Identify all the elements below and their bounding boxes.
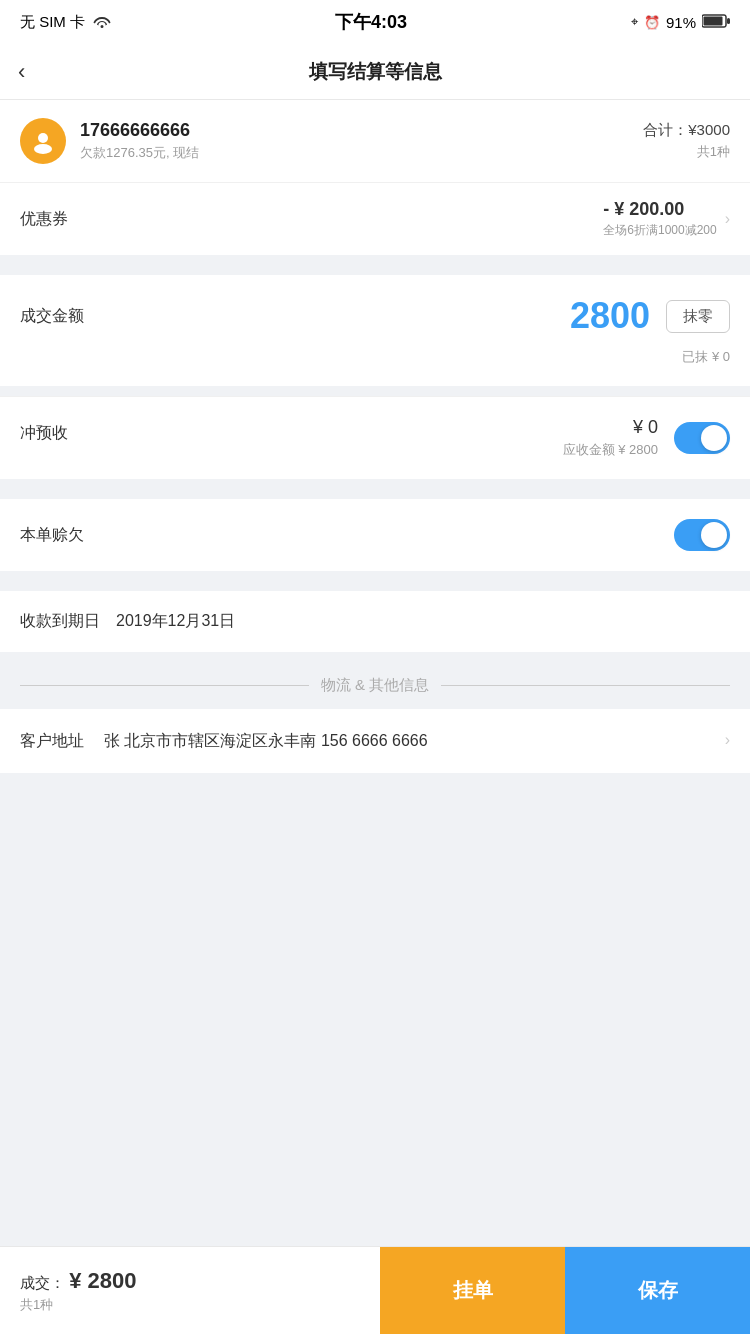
chevron-right-icon: ›	[725, 210, 730, 228]
pending-button[interactable]: 挂单	[380, 1247, 565, 1335]
precollect-section: 冲预收 ¥ 0 应收金额 ¥ 2800	[0, 396, 750, 479]
customer-phone: 17666666666	[80, 120, 199, 141]
coupon-row[interactable]: 优惠券 - ¥ 200.00 全场6折满1000减200 ›	[0, 182, 750, 255]
precollect-right: ¥ 0 应收金额 ¥ 2800	[563, 417, 730, 459]
coupon-right: - ¥ 200.00 全场6折满1000减200 ›	[603, 199, 730, 239]
svg-rect-1	[703, 16, 722, 25]
amount-label: 成交金额	[20, 306, 84, 327]
deal-amount-section: 成交金额 2800 抹零 已抹 ¥ 0	[0, 275, 750, 386]
precollect-label: 冲预收	[20, 417, 68, 444]
avatar	[20, 118, 66, 164]
precollect-value-group: ¥ 0 应收金额 ¥ 2800	[563, 417, 658, 459]
customer-sub: 欠款1276.35元, 现结	[80, 144, 199, 162]
amount-row: 成交金额 2800 抹零	[20, 295, 730, 337]
duedate-row: 收款到期日 2019年12月31日	[20, 611, 730, 632]
customer-total: 合计：¥3000 共1种	[643, 121, 730, 161]
status-time: 下午4:03	[335, 10, 407, 34]
debt-toggle[interactable]	[674, 519, 730, 551]
alarm-icon: ⏰	[644, 15, 660, 30]
coupon-label: 优惠券	[20, 209, 68, 230]
toggle-knob	[701, 425, 727, 451]
customer-row: 17666666666 欠款1276.35元, 现结 合计：¥3000 共1种	[0, 100, 750, 182]
battery-icon	[702, 14, 730, 31]
logistics-divider: 物流 & 其他信息	[0, 662, 750, 709]
coupon-amount: - ¥ 200.00	[603, 199, 716, 220]
deal-count: 共1种	[20, 1296, 360, 1314]
bottom-summary: 成交： ¥ 2800 共1种	[0, 1268, 380, 1314]
logistics-line-left	[20, 685, 309, 686]
svg-point-3	[38, 133, 48, 143]
status-right: ⌖ ⏰ 91%	[631, 14, 730, 31]
address-value: 张 北京市市辖区海淀区永丰南 156 6666 6666	[104, 729, 717, 753]
coupon-desc: 全场6折满1000减200	[603, 222, 716, 239]
duedate-section: 收款到期日 2019年12月31日	[0, 591, 750, 652]
customer-left: 17666666666 欠款1276.35元, 现结	[20, 118, 199, 164]
bottom-deal-row: 成交： ¥ 2800	[20, 1268, 360, 1294]
debt-section: 本单赊欠	[0, 499, 750, 571]
empty-space	[0, 783, 750, 963]
debt-label: 本单赊欠	[20, 525, 84, 546]
wifi-icon	[93, 14, 111, 31]
total-label: 合计：¥3000	[643, 121, 730, 140]
divider3	[0, 581, 750, 591]
back-button[interactable]: ‹	[18, 59, 25, 85]
address-chevron-icon: ›	[717, 729, 730, 749]
duedate-label: 收款到期日	[20, 611, 100, 632]
bottom-bar: 成交： ¥ 2800 共1种 挂单 保存	[0, 1246, 750, 1334]
round-button[interactable]: 抹零	[666, 300, 730, 333]
precollect-value: ¥ 0	[563, 417, 658, 438]
logistics-line-right	[441, 685, 730, 686]
divider2	[0, 489, 750, 499]
customer-info: 17666666666 欠款1276.35元, 现结	[80, 120, 199, 162]
customer-section: 17666666666 欠款1276.35元, 现结 合计：¥3000 共1种 …	[0, 100, 750, 255]
svg-point-4	[34, 144, 52, 154]
duedate-value: 2019年12月31日	[116, 611, 235, 632]
content: 17666666666 欠款1276.35元, 现结 合计：¥3000 共1种 …	[0, 100, 750, 1063]
deal-amount: ¥ 2800	[69, 1268, 136, 1293]
page-title: 填写结算等信息	[309, 59, 442, 85]
save-button[interactable]: 保存	[565, 1247, 750, 1335]
svg-rect-2	[727, 18, 730, 24]
location-icon: ⌖	[631, 14, 638, 30]
status-bar: 无 SIM 卡 下午4:03 ⌖ ⏰ 91%	[0, 0, 750, 44]
precollect-toggle[interactable]	[674, 422, 730, 454]
logistics-text: 物流 & 其他信息	[321, 676, 429, 695]
address-label: 客户地址	[20, 729, 104, 752]
divider1	[0, 265, 750, 275]
status-left: 无 SIM 卡	[20, 13, 111, 32]
amount-value: 2800	[570, 295, 650, 337]
amount-value-group: 2800 抹零	[570, 295, 730, 337]
amount-sub: 已抹 ¥ 0	[682, 349, 730, 364]
address-section[interactable]: 客户地址 张 北京市市辖区海淀区永丰南 156 6666 6666 ›	[0, 709, 750, 773]
nav-bar: ‹ 填写结算等信息	[0, 44, 750, 100]
battery-text: 91%	[666, 14, 696, 31]
sim-text: 无 SIM 卡	[20, 13, 85, 32]
toggle-knob-debt	[701, 522, 727, 548]
deal-prefix: 成交：	[20, 1274, 65, 1291]
total-count: 共1种	[643, 143, 730, 161]
precollect-sub: 应收金额 ¥ 2800	[563, 441, 658, 459]
precollect-row: 冲预收 ¥ 0 应收金额 ¥ 2800	[20, 417, 730, 459]
